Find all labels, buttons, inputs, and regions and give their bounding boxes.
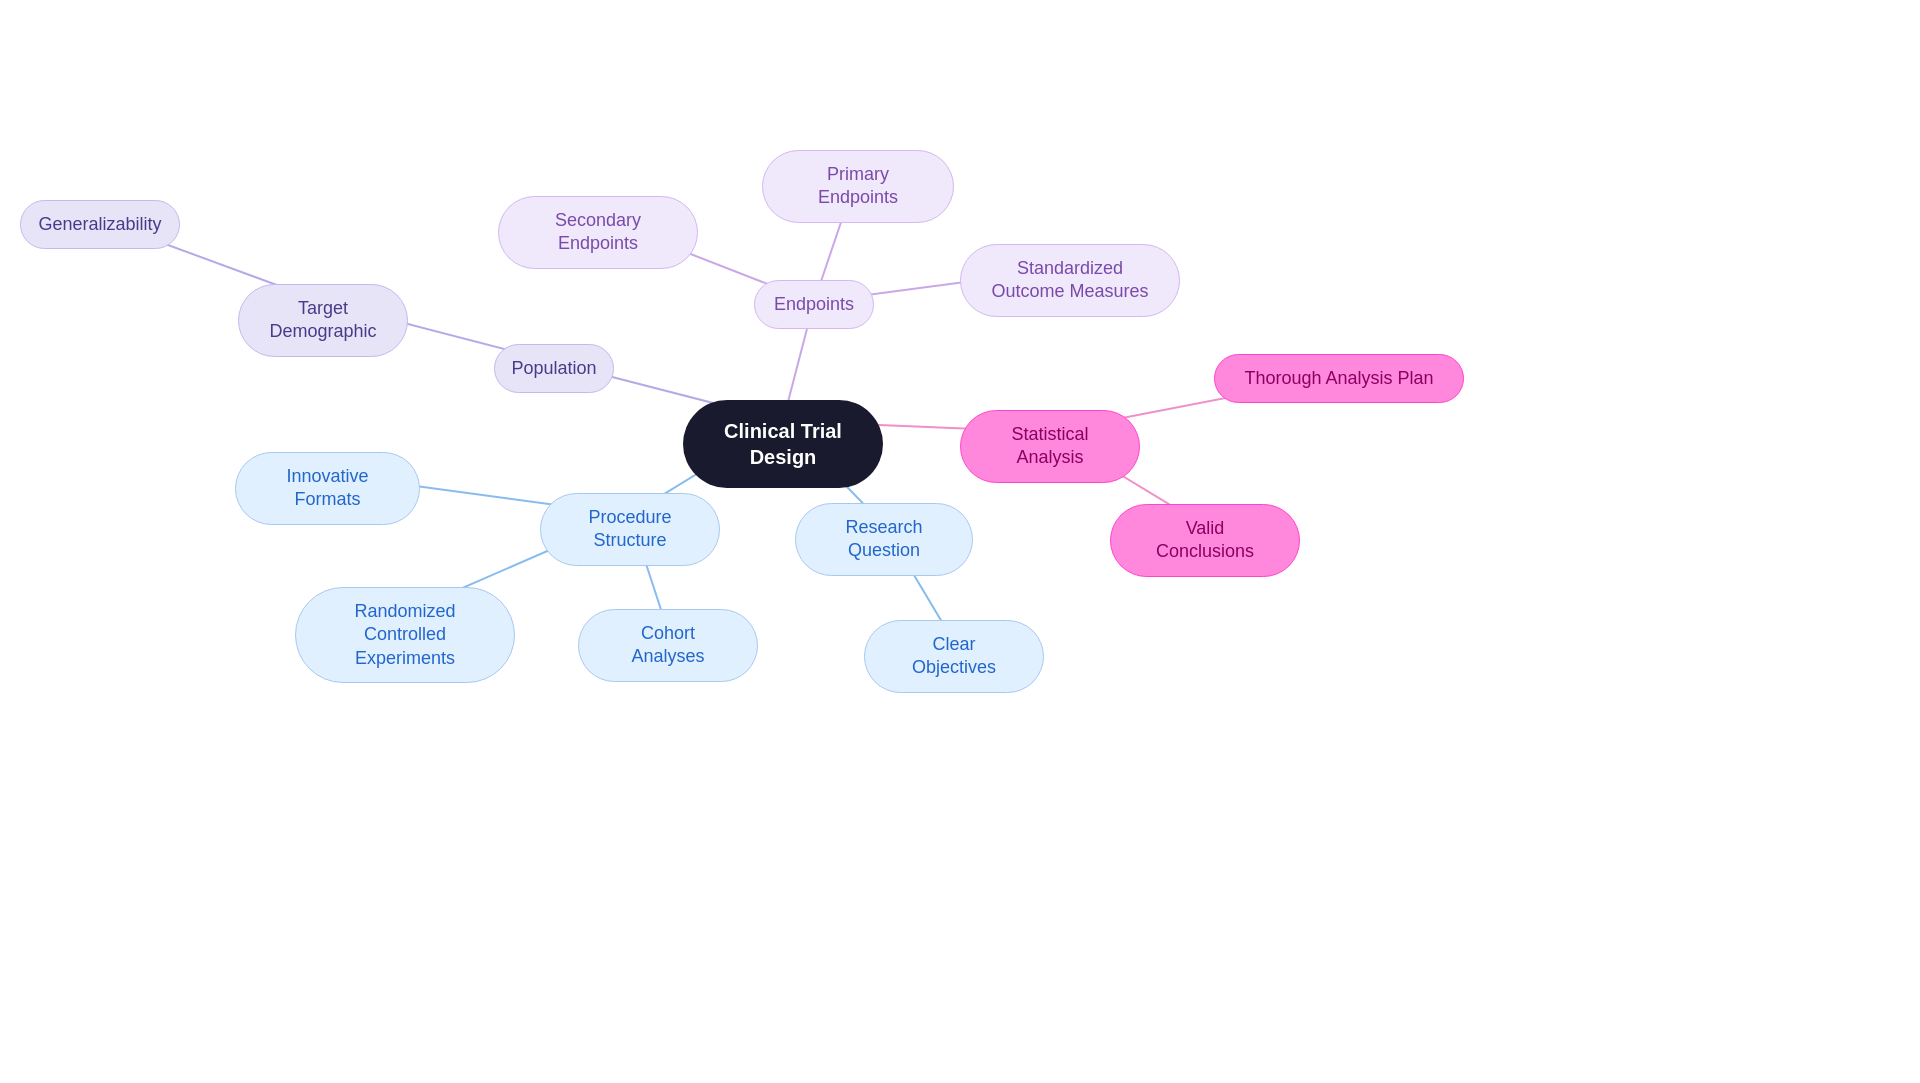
thorough-analysis-node[interactable]: Thorough Analysis Plan xyxy=(1214,354,1464,403)
research-question-node[interactable]: Research Question xyxy=(795,503,973,576)
procedure-structure-node[interactable]: Procedure Structure xyxy=(540,493,720,566)
randomized-controlled-node[interactable]: Randomized Controlled Experiments xyxy=(295,587,515,683)
statistical-analysis-node[interactable]: Statistical Analysis xyxy=(960,410,1140,483)
secondary-endpoints-node[interactable]: Secondary Endpoints xyxy=(498,196,698,269)
endpoints-node[interactable]: Endpoints xyxy=(754,280,874,329)
center-node[interactable]: Clinical Trial Design xyxy=(683,400,883,488)
cohort-analyses-node[interactable]: Cohort Analyses xyxy=(578,609,758,682)
target-demographic-node[interactable]: Target Demographic xyxy=(238,284,408,357)
population-node[interactable]: Population xyxy=(494,344,614,393)
standardized-outcome-node[interactable]: Standardized Outcome Measures xyxy=(960,244,1180,317)
clear-objectives-node[interactable]: Clear Objectives xyxy=(864,620,1044,693)
valid-conclusions-node[interactable]: Valid Conclusions xyxy=(1110,504,1300,577)
innovative-formats-node[interactable]: Innovative Formats xyxy=(235,452,420,525)
primary-endpoints-node[interactable]: Primary Endpoints xyxy=(762,150,954,223)
generalizability-node[interactable]: Generalizability xyxy=(20,200,180,249)
